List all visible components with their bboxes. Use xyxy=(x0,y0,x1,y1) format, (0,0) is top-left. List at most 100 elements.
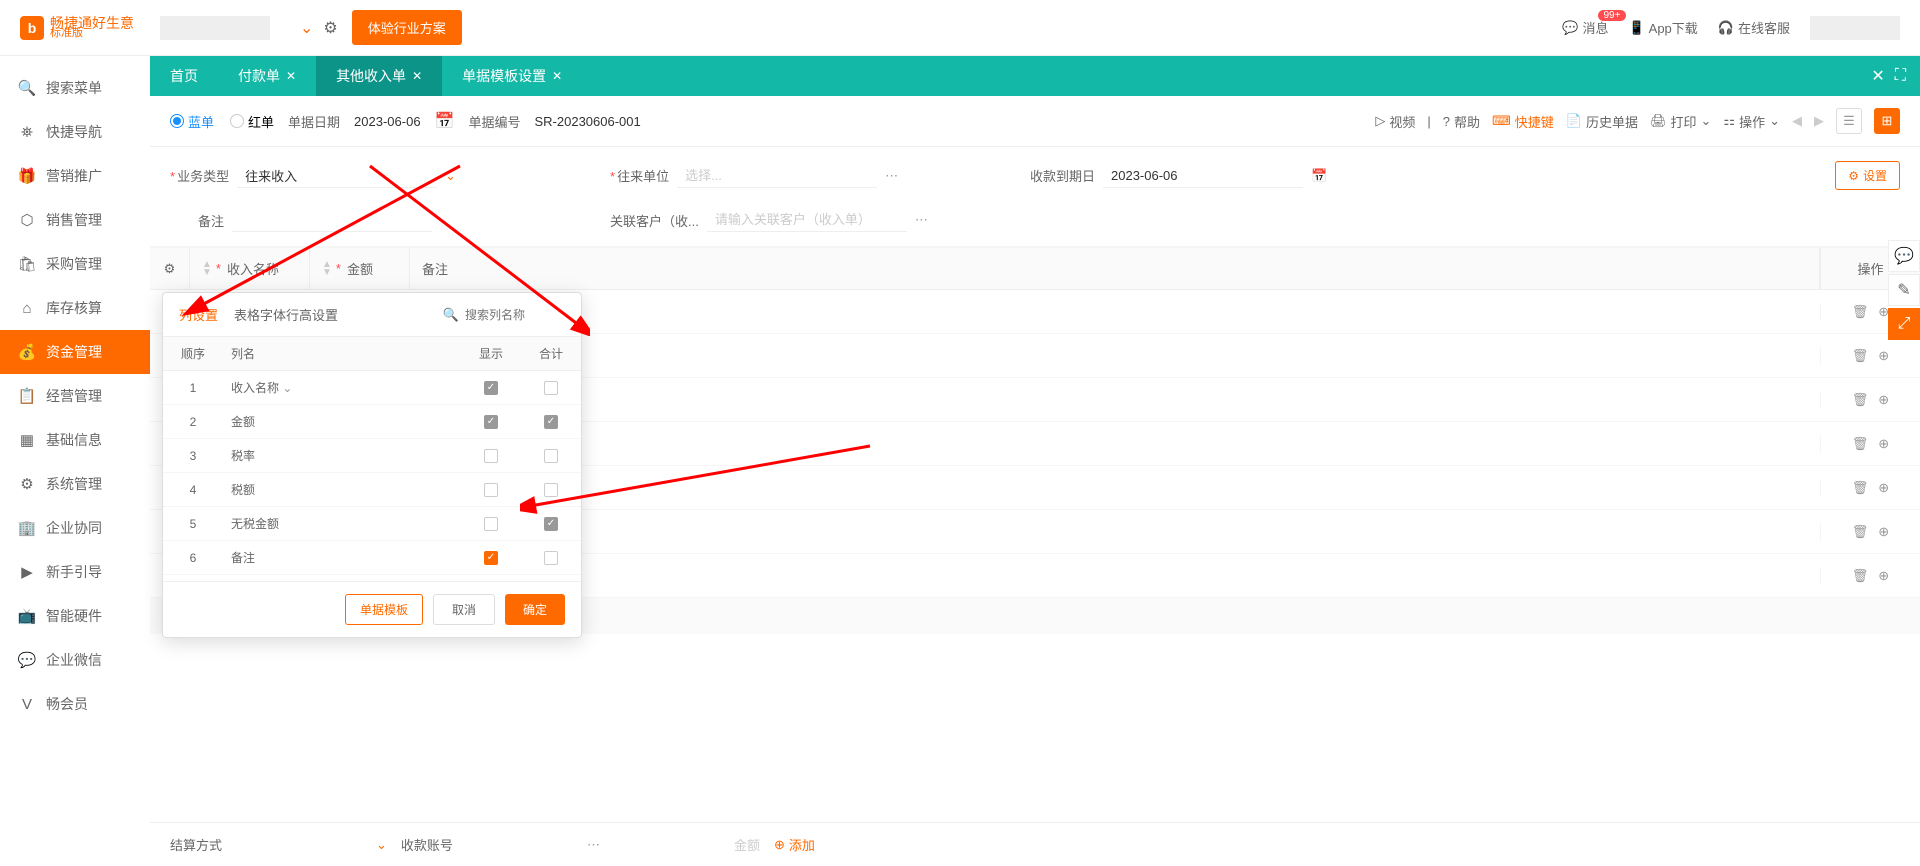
app-download-link[interactable]: 📱 App下载 xyxy=(1628,18,1697,37)
sidebar-item-6[interactable]: 💰资金管理 xyxy=(0,330,150,374)
cancel-button[interactable]: 取消 xyxy=(433,594,495,625)
template-button[interactable]: 单据模板 xyxy=(345,594,423,625)
due-date-input[interactable] xyxy=(1103,164,1303,188)
more-icon[interactable]: ⋯ xyxy=(885,168,898,184)
print-link[interactable]: 🖨打印⌄ xyxy=(1650,112,1711,131)
sidebar-item-1[interactable]: ⛯快捷导航 xyxy=(0,110,150,154)
online-service-link[interactable]: 🎧 在线客服 xyxy=(1718,18,1790,37)
show-checkbox[interactable]: ✓ xyxy=(484,551,498,565)
chevron-down-icon[interactable]: ⌄ xyxy=(282,381,292,395)
copy-icon[interactable]: ⊕ xyxy=(1878,568,1889,584)
history-link[interactable]: 📄历史单据 xyxy=(1566,112,1638,131)
close-icon[interactable]: ✕ xyxy=(412,69,422,83)
sum-checkbox[interactable] xyxy=(544,449,558,463)
delete-icon[interactable]: 🗑 xyxy=(1852,524,1869,540)
popup-tab-columns[interactable]: 列设置 xyxy=(179,305,218,324)
show-checkbox[interactable] xyxy=(484,517,498,531)
float-expand-icon[interactable]: ⤢ xyxy=(1888,308,1920,340)
show-checkbox[interactable]: ✓ xyxy=(484,381,498,395)
chevron-down-icon[interactable]: ⌄ xyxy=(445,168,456,184)
brand-edition: 标准版 xyxy=(50,27,134,39)
sum-checkbox[interactable] xyxy=(544,381,558,395)
column-settings-icon[interactable]: ⚙ xyxy=(150,248,190,289)
tab-2[interactable]: 其他收入单✕ xyxy=(316,56,442,96)
show-checkbox[interactable] xyxy=(484,483,498,497)
tabs-bar: 首页付款单✕其他收入单✕单据模板设置✕ ✕ ⛶ xyxy=(150,56,1920,96)
view-list-icon[interactable]: ☰ xyxy=(1836,108,1862,134)
delete-icon[interactable]: 🗑 xyxy=(1852,304,1869,320)
show-checkbox[interactable] xyxy=(484,449,498,463)
sidebar-item-4[interactable]: 🛍采购管理 xyxy=(0,242,150,286)
chevron-down-icon[interactable]: ⌄ xyxy=(376,837,387,853)
delete-icon[interactable]: 🗑 xyxy=(1852,480,1869,496)
tab-3[interactable]: 单据模板设置✕ xyxy=(442,56,582,96)
sum-checkbox[interactable]: ✓ xyxy=(544,415,558,429)
party-input[interactable] xyxy=(677,164,877,188)
more-icon[interactable]: ⋯ xyxy=(915,212,928,228)
shortcut-link[interactable]: ⌨快捷键 xyxy=(1492,112,1554,131)
popup-col-name: 金额 xyxy=(223,413,461,430)
sidebar-item-2[interactable]: 🎁营销推广 xyxy=(0,154,150,198)
close-icon[interactable]: ✕ xyxy=(286,69,296,83)
delete-icon[interactable]: 🗑 xyxy=(1852,568,1869,584)
messages-link[interactable]: 💬 消息 99+ xyxy=(1562,18,1608,37)
view-form-icon[interactable]: ⊞ xyxy=(1874,108,1900,134)
radio-red[interactable]: 红单 xyxy=(230,112,274,131)
popup-tab-font[interactable]: 表格字体行高设置 xyxy=(234,305,338,324)
gear-icon[interactable]: ⚙ xyxy=(323,18,337,38)
delete-icon[interactable]: 🗑 xyxy=(1852,392,1869,408)
operate-link[interactable]: ⚏操作⌄ xyxy=(1723,112,1780,131)
sum-checkbox[interactable] xyxy=(544,483,558,497)
experience-button[interactable]: 体验行业方案 xyxy=(352,10,462,45)
calendar-icon[interactable]: 📅 xyxy=(1311,168,1327,184)
remark-input[interactable] xyxy=(232,208,432,232)
show-checkbox[interactable]: ✓ xyxy=(484,415,498,429)
sidebar-item-5[interactable]: ⌂库存核算 xyxy=(0,286,150,330)
org-dropdown[interactable]: ⌄ xyxy=(300,18,313,38)
calendar-icon[interactable]: 📅 xyxy=(435,111,455,131)
sort-icon[interactable]: ▲▼ xyxy=(202,261,212,277)
sum-checkbox[interactable]: ✓ xyxy=(544,517,558,531)
copy-icon[interactable]: ⊕ xyxy=(1878,524,1889,540)
copy-icon[interactable]: ⊕ xyxy=(1878,348,1889,364)
add-button[interactable]: ⊕ 添加 xyxy=(774,835,815,854)
float-chat-icon[interactable]: 💬 xyxy=(1888,240,1920,272)
sidebar-item-10[interactable]: 🏢企业协同 xyxy=(0,506,150,550)
radio-blue[interactable]: 蓝单 xyxy=(170,112,214,131)
fullscreen-icon[interactable]: ⛶ xyxy=(1895,67,1906,85)
copy-icon[interactable]: ⊕ xyxy=(1878,436,1889,452)
sidebar-item-8[interactable]: ▦基础信息 xyxy=(0,418,150,462)
sidebar-item-7[interactable]: 📋经营管理 xyxy=(0,374,150,418)
toolbar: 蓝单 红单 单据日期 2023-06-06 📅 单据编号 SR-20230606… xyxy=(150,96,1920,147)
sidebar-item-9[interactable]: ⚙系统管理 xyxy=(0,462,150,506)
popup-search[interactable]: 🔍 xyxy=(443,307,565,323)
sort-icon[interactable]: ▲▼ xyxy=(322,261,332,277)
sidebar-item-3[interactable]: ⬡销售管理 xyxy=(0,198,150,242)
help-link[interactable]: ?帮助 xyxy=(1443,112,1480,131)
delete-icon[interactable]: 🗑 xyxy=(1852,348,1869,364)
ok-button[interactable]: 确定 xyxy=(505,594,565,625)
sidebar-item-12[interactable]: 📺智能硬件 xyxy=(0,594,150,638)
sidebar-item-0[interactable]: 🔍搜索菜单 xyxy=(0,66,150,110)
relate-input[interactable] xyxy=(707,208,907,232)
nav-prev-icon[interactable]: ◀ xyxy=(1792,113,1802,129)
settings-button[interactable]: ⚙设置 xyxy=(1835,161,1900,190)
video-link[interactable]: ▷视频 xyxy=(1375,112,1415,131)
sum-checkbox[interactable] xyxy=(544,551,558,565)
doc-date-value[interactable]: 2023-06-06 xyxy=(354,114,421,129)
more-icon[interactable]: ⋯ xyxy=(587,837,600,853)
copy-icon[interactable]: ⊕ xyxy=(1878,480,1889,496)
biz-type-input[interactable] xyxy=(237,164,437,188)
popup-search-input[interactable] xyxy=(465,308,565,322)
delete-icon[interactable]: 🗑 xyxy=(1852,436,1869,452)
close-icon[interactable]: ✕ xyxy=(552,69,562,83)
float-edit-icon[interactable]: ✎ xyxy=(1888,274,1920,306)
nav-next-icon[interactable]: ▶ xyxy=(1814,113,1824,129)
copy-icon[interactable]: ⊕ xyxy=(1878,392,1889,408)
sidebar-item-11[interactable]: ▶新手引导 xyxy=(0,550,150,594)
sidebar-item-14[interactable]: V畅会员 xyxy=(0,682,150,726)
tab-close-all-icon[interactable]: ✕ xyxy=(1871,66,1884,86)
sidebar-item-13[interactable]: 💬企业微信 xyxy=(0,638,150,682)
tab-0[interactable]: 首页 xyxy=(150,56,218,96)
tab-1[interactable]: 付款单✕ xyxy=(218,56,316,96)
